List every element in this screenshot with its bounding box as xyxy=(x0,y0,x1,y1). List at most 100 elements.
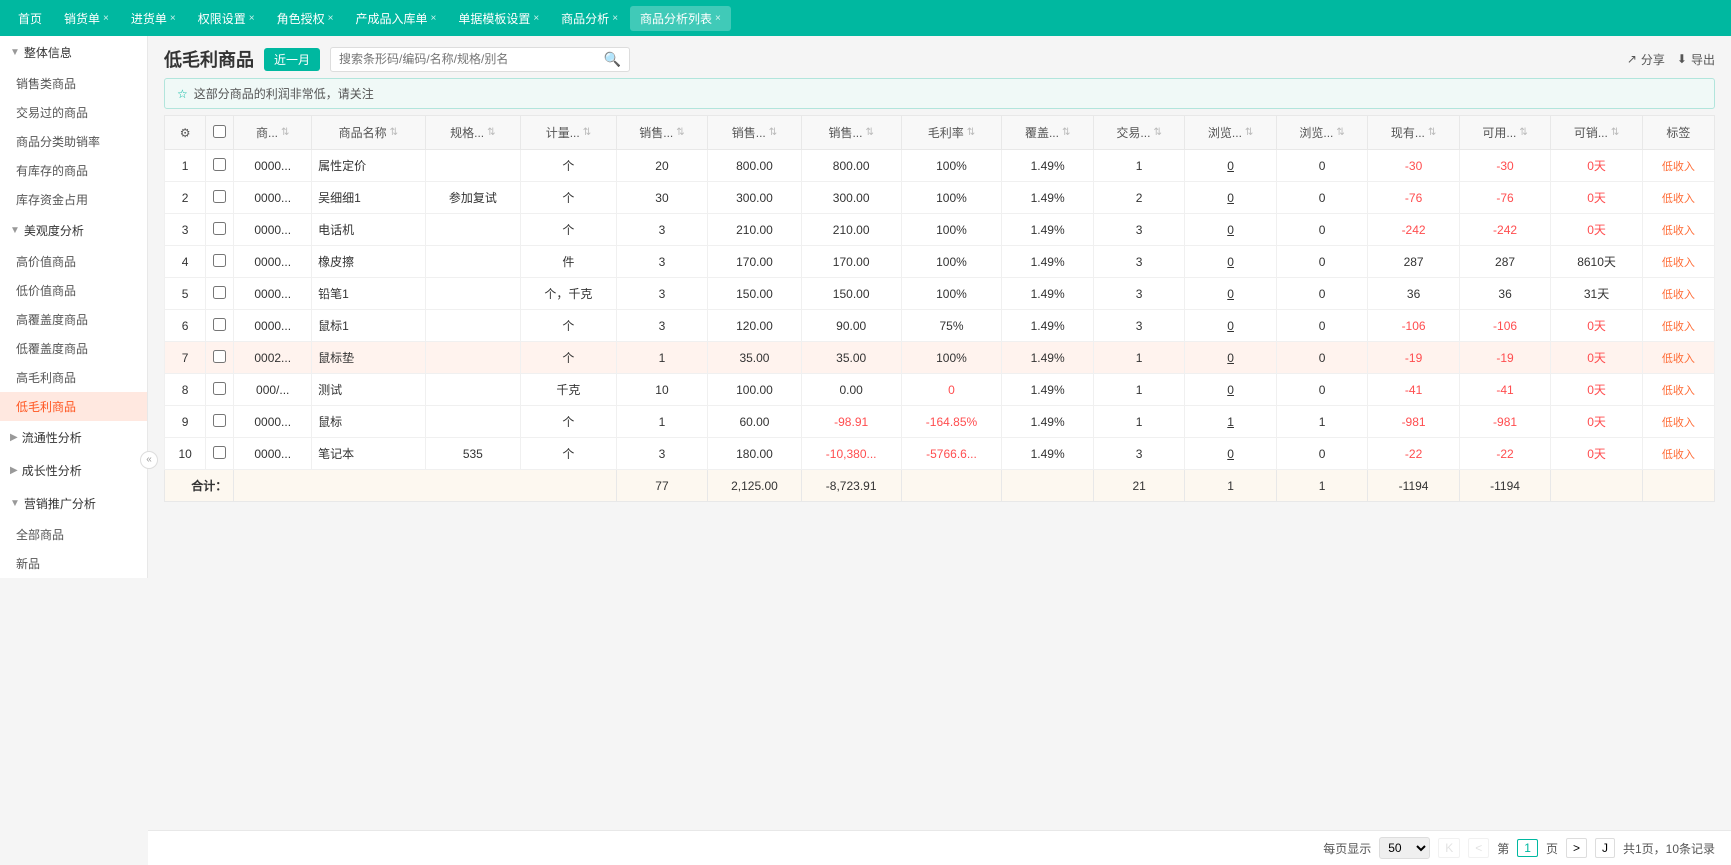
export-button[interactable]: ⬇ 导出 xyxy=(1677,51,1715,68)
per-page-select[interactable]: 50 100 xyxy=(1379,837,1430,859)
nav-purchase-order[interactable]: 进货单 × xyxy=(121,6,186,31)
nav-role-auth[interactable]: 角色授权 × xyxy=(267,6,344,31)
sidebar-item-high-value[interactable]: 高价值商品 xyxy=(0,247,147,276)
sidebar-item-low-value[interactable]: 低价值商品 xyxy=(0,276,147,305)
last-page-button[interactable]: J xyxy=(1595,838,1615,858)
sort-icon: ⇅ xyxy=(1062,127,1070,138)
close-icon[interactable]: × xyxy=(612,13,618,24)
row-checkbox[interactable] xyxy=(206,406,234,438)
row-checkbox[interactable] xyxy=(206,278,234,310)
nav-template[interactable]: 单据模板设置 × xyxy=(448,6,549,31)
sidebar-collapse-button[interactable]: « xyxy=(140,451,158,469)
sidebar-item-capital[interactable]: 库存资金占用 xyxy=(0,185,147,214)
row-no: 3 xyxy=(165,214,206,246)
row-sellable: 0天 xyxy=(1551,374,1642,406)
col-views2[interactable]: 浏览... ⇅ xyxy=(1276,116,1367,150)
col-spec[interactable]: 规格... ⇅ xyxy=(425,116,521,150)
sidebar-item-all-goods[interactable]: 全部商品 xyxy=(0,520,147,549)
sidebar-group-growth[interactable]: ▶ 成长性分析 xyxy=(0,454,147,487)
row-views1[interactable]: 0 xyxy=(1185,150,1276,182)
col-unit[interactable]: 计量... ⇅ xyxy=(521,116,617,150)
sidebar-group-circulation[interactable]: ▶ 流通性分析 xyxy=(0,421,147,454)
close-icon[interactable]: × xyxy=(328,13,334,24)
col-available[interactable]: 可用... ⇅ xyxy=(1459,116,1550,150)
row-views1[interactable]: 0 xyxy=(1185,214,1276,246)
sidebar-item-high-coverage[interactable]: 高覆盖度商品 xyxy=(0,305,147,334)
nav-product-analysis[interactable]: 商品分析 × xyxy=(551,6,628,31)
col-coverage[interactable]: 覆盖... ⇅ xyxy=(1002,116,1093,150)
col-current[interactable]: 现有... ⇅ xyxy=(1368,116,1459,150)
row-views1[interactable]: 0 xyxy=(1185,374,1276,406)
search-input[interactable] xyxy=(339,52,604,66)
sidebar-group-aesthetics[interactable]: ▼ 美观度分析 xyxy=(0,214,147,247)
row-sales-amount: 800.00 xyxy=(801,150,901,182)
row-checkbox[interactable] xyxy=(206,342,234,374)
row-views1[interactable]: 0 xyxy=(1185,310,1276,342)
row-views1[interactable]: 0 xyxy=(1185,246,1276,278)
sidebar-group-overview[interactable]: ▼ 整体信息 xyxy=(0,36,147,69)
col-sellable[interactable]: 可销... ⇅ xyxy=(1551,116,1642,150)
row-views1[interactable]: 0 xyxy=(1185,182,1276,214)
sidebar-item-category-rate[interactable]: 商品分类助销率 xyxy=(0,127,147,156)
row-checkbox[interactable] xyxy=(206,246,234,278)
row-checkbox[interactable] xyxy=(206,182,234,214)
col-views1[interactable]: 浏览... ⇅ xyxy=(1185,116,1276,150)
close-icon[interactable]: × xyxy=(249,13,255,24)
sidebar-item-low-coverage[interactable]: 低覆盖度商品 xyxy=(0,334,147,363)
row-views1[interactable]: 0 xyxy=(1185,438,1276,470)
row-checkbox[interactable] xyxy=(206,310,234,342)
row-views1[interactable]: 0 xyxy=(1185,278,1276,310)
sidebar-item-in-stock[interactable]: 有库存的商品 xyxy=(0,156,147,185)
close-icon[interactable]: × xyxy=(430,13,436,24)
table-row: 10 0000... 笔记本 535 个 3 180.00 -10,380...… xyxy=(165,438,1715,470)
row-sales-amount: 150.00 xyxy=(801,278,901,310)
row-checkbox[interactable] xyxy=(206,438,234,470)
nav-home[interactable]: 首页 xyxy=(8,6,52,31)
col-sales-price[interactable]: 销售... ⇅ xyxy=(708,116,802,150)
row-views1[interactable]: 1 xyxy=(1185,406,1276,438)
row-views2: 0 xyxy=(1276,182,1367,214)
nav-product-analysis-list[interactable]: 商品分析列表 × xyxy=(630,6,731,31)
share-button[interactable]: ↗ 分享 xyxy=(1627,51,1665,68)
prev-page-button[interactable]: < xyxy=(1468,838,1489,858)
close-icon[interactable]: × xyxy=(533,13,539,24)
col-settings[interactable]: ⚙ xyxy=(165,116,206,150)
row-views1[interactable]: 0 xyxy=(1185,342,1276,374)
search-icon[interactable]: 🔍 xyxy=(604,51,621,68)
close-icon[interactable]: × xyxy=(715,13,721,24)
nav-sales-order[interactable]: 销货单 × xyxy=(54,6,119,31)
row-no: 1 xyxy=(165,150,206,182)
row-checkbox[interactable] xyxy=(206,150,234,182)
col-sales-count[interactable]: 销售... ⇅ xyxy=(616,116,707,150)
col-tag[interactable]: 标签 xyxy=(1642,116,1714,150)
close-icon[interactable]: × xyxy=(170,13,176,24)
settings-icon[interactable]: ⚙ xyxy=(180,126,191,140)
col-sales-amount[interactable]: 销售... ⇅ xyxy=(801,116,901,150)
col-gross-rate[interactable]: 毛利率 ⇅ xyxy=(901,116,1002,150)
next-page-button[interactable]: > xyxy=(1566,838,1587,858)
period-button[interactable]: 近一月 xyxy=(264,48,320,71)
sidebar: ▼ 整体信息 销售类商品 交易过的商品 商品分类助销率 有库存的商品 库存资金占… xyxy=(0,36,148,578)
sidebar-group-marketing[interactable]: ▼ 营销推广分析 xyxy=(0,487,147,520)
nav-permission[interactable]: 权限设置 × xyxy=(188,6,265,31)
sidebar-item-traded-goods[interactable]: 交易过的商品 xyxy=(0,98,147,127)
row-views2: 0 xyxy=(1276,310,1367,342)
sidebar-item-high-margin[interactable]: 高毛利商品 xyxy=(0,363,147,392)
sort-icon: ⇅ xyxy=(1611,127,1619,138)
row-current: -76 xyxy=(1368,182,1459,214)
nav-product-inbound[interactable]: 产成品入库单 × xyxy=(345,6,446,31)
row-sellable: 0天 xyxy=(1551,150,1642,182)
sidebar-item-sales-goods[interactable]: 销售类商品 xyxy=(0,69,147,98)
sidebar-item-low-margin[interactable]: 低毛利商品 xyxy=(0,392,147,421)
col-gross-rate-label: 毛利率 xyxy=(928,124,964,141)
first-page-button[interactable]: K xyxy=(1438,838,1460,858)
select-all-checkbox[interactable] xyxy=(213,125,226,138)
close-icon[interactable]: × xyxy=(103,13,109,24)
col-name[interactable]: 商品名称 ⇅ xyxy=(312,116,425,150)
sidebar-item-new-goods[interactable]: 新品 xyxy=(0,549,147,578)
row-checkbox[interactable] xyxy=(206,374,234,406)
col-code[interactable]: 商... ⇅ xyxy=(234,116,312,150)
row-checkbox[interactable] xyxy=(206,214,234,246)
col-transactions[interactable]: 交易... ⇅ xyxy=(1093,116,1184,150)
row-available: -981 xyxy=(1459,406,1550,438)
